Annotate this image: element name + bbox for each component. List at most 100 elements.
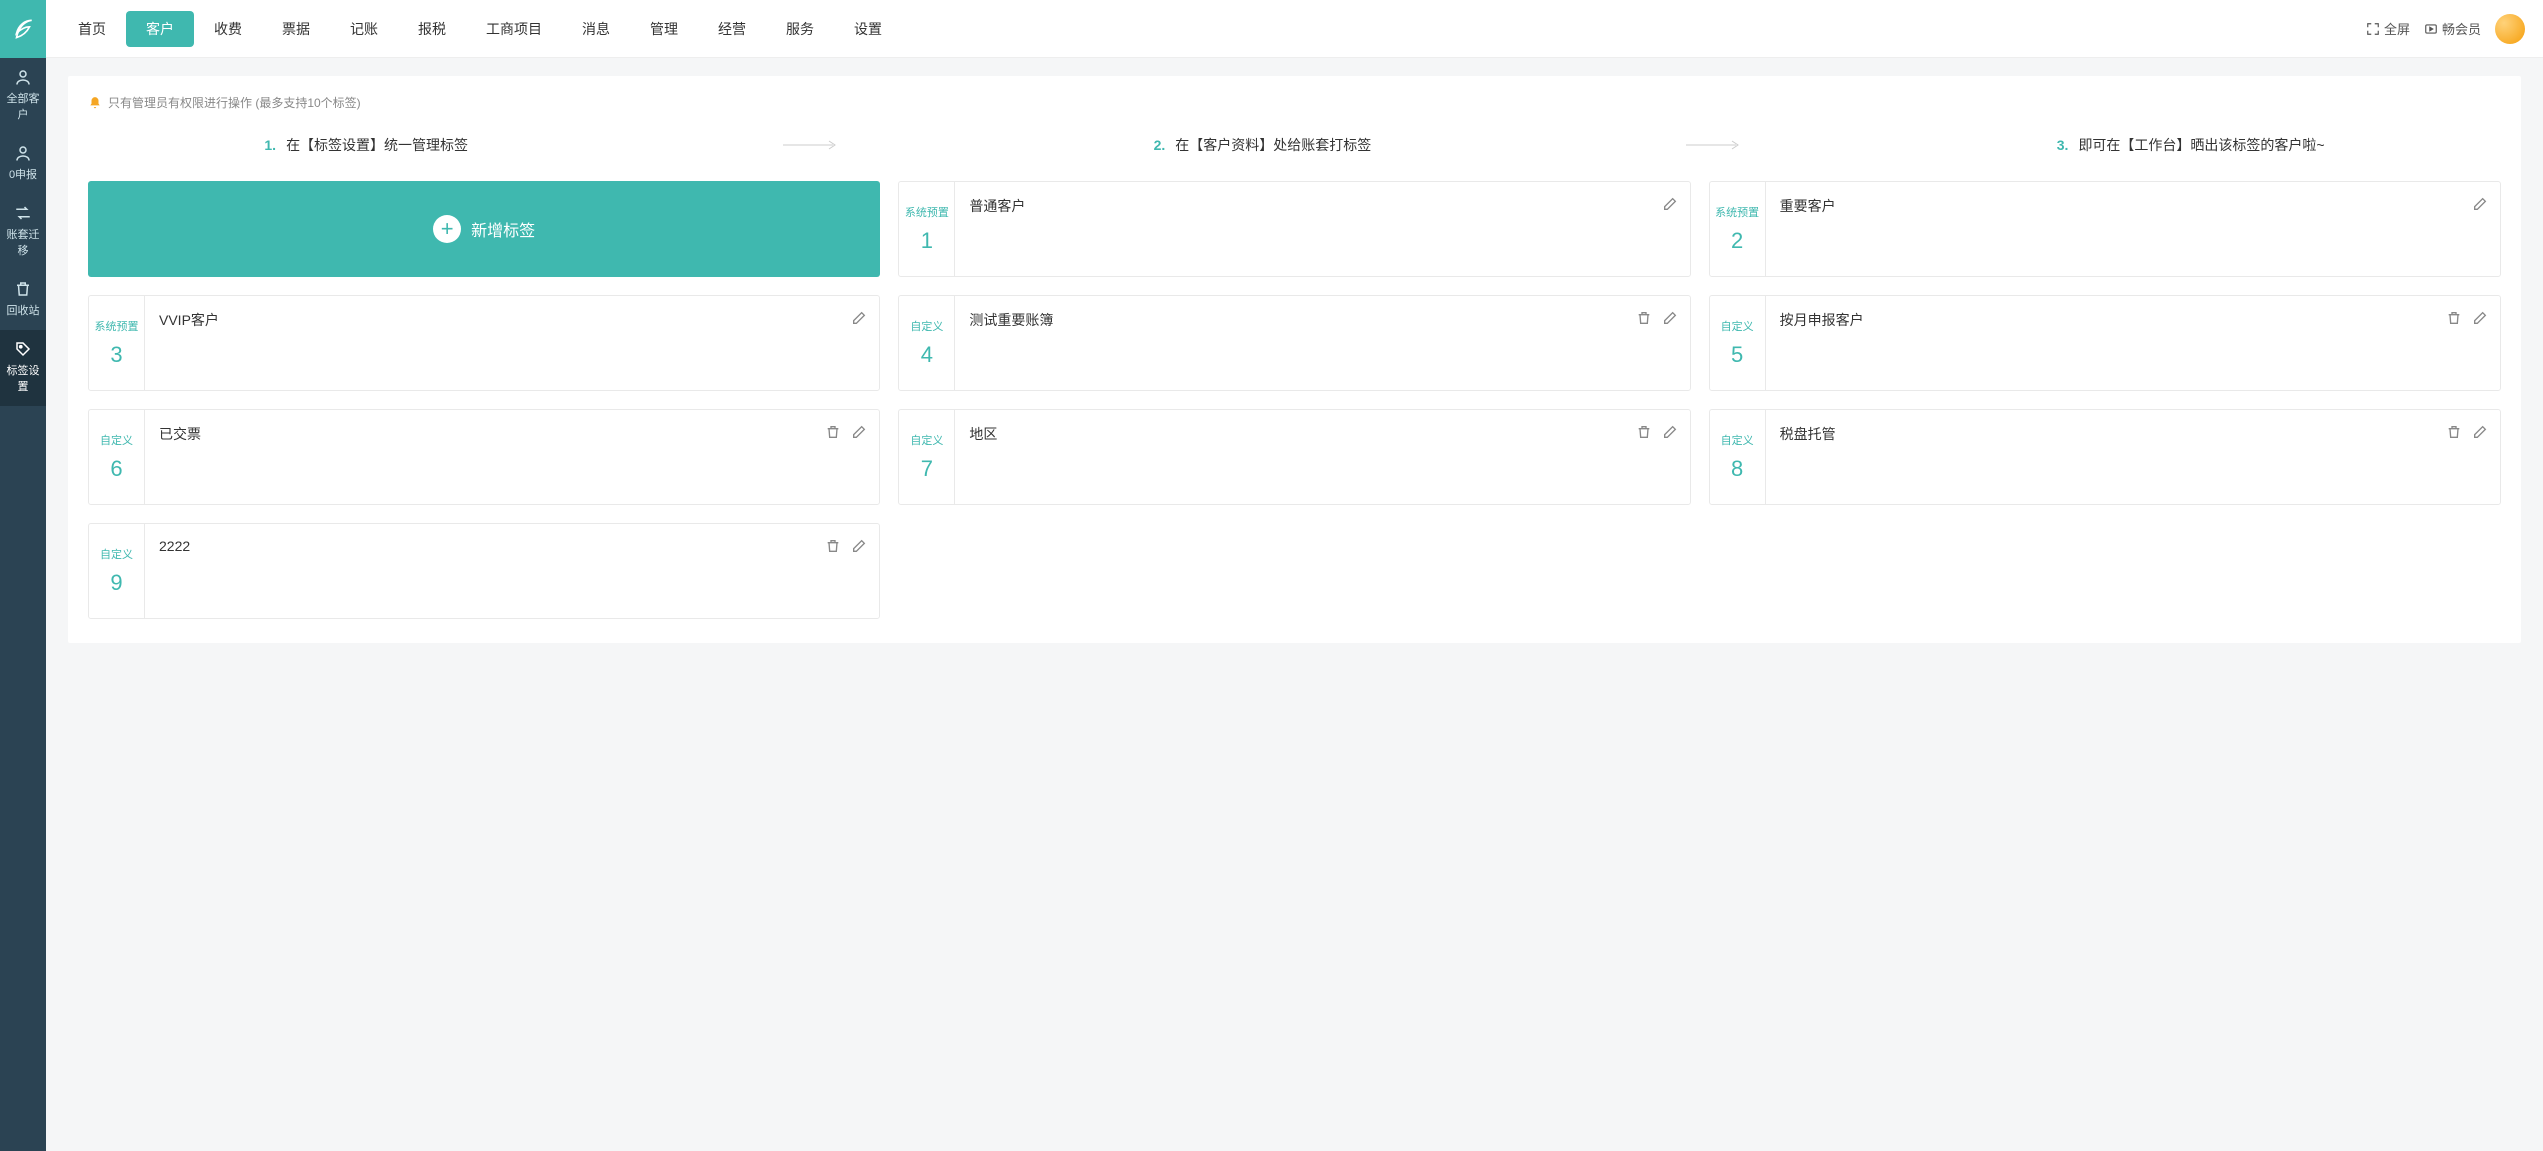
tag-actions (1636, 310, 1678, 326)
tag-actions (851, 310, 867, 326)
tag-body: 重要客户 (1766, 182, 2500, 276)
edit-icon[interactable] (1662, 424, 1678, 440)
bell-icon (88, 96, 102, 110)
edit-icon[interactable] (2472, 196, 2488, 212)
tag-card: 自定义7地区 (898, 409, 1690, 505)
delete-icon[interactable] (825, 424, 841, 440)
tag-label: VVIP客户 (159, 310, 219, 330)
tag-body: 2222 (145, 524, 879, 618)
tag-label: 税盘托管 (1780, 424, 1836, 444)
edit-icon[interactable] (1662, 310, 1678, 326)
fullscreen-button[interactable]: 全屏 (2366, 19, 2410, 38)
notice-text: 只有管理员有权限进行操作 (最多支持10个标签) (108, 94, 361, 111)
feather-icon (10, 16, 36, 42)
nav-item-1[interactable]: 客户 (126, 11, 194, 47)
delete-icon[interactable] (1636, 424, 1652, 440)
notice-bar: 只有管理员有权限进行操作 (最多支持10个标签) (88, 94, 2501, 111)
tag-number: 7 (921, 456, 933, 482)
sidebar-item-1[interactable]: 0申报 (0, 134, 46, 194)
tag-card: 自定义 5 按月申报客户 (1709, 295, 2501, 391)
tag-meta: 自定义4 (899, 296, 955, 390)
step-number: 3. (2057, 137, 2069, 153)
add-tag-button[interactable]: +新增标签 (88, 181, 880, 277)
tag-body: 已交票 (145, 410, 879, 504)
step-text: 在【标签设置】统一管理标签 (286, 135, 468, 155)
nav-item-0[interactable]: 首页 (58, 11, 126, 47)
topbar-actions: 全屏 畅会员 (2366, 14, 2525, 44)
tag-meta: 自定义9 (89, 524, 145, 618)
topbar: 首页客户收费票据记账报税工商项目消息管理经营服务设置 全屏 畅会员 (0, 0, 2543, 58)
nav-item-4[interactable]: 记账 (330, 11, 398, 47)
tag-body: 测试重要账簿 (955, 296, 1689, 390)
edit-icon[interactable] (2472, 424, 2488, 440)
delete-icon[interactable] (2446, 424, 2462, 440)
nav-item-10[interactable]: 服务 (766, 11, 834, 47)
tag-type: 自定义 (100, 546, 133, 562)
nav-item-3[interactable]: 票据 (262, 11, 330, 47)
tag-type: 自定义 (1721, 432, 1754, 448)
member-button[interactable]: 畅会员 (2424, 19, 2481, 38)
tag-label: 已交票 (159, 424, 201, 444)
tag-body: 税盘托管 (1766, 410, 2500, 504)
edit-icon[interactable] (851, 310, 867, 326)
delete-icon[interactable] (2446, 310, 2462, 326)
tag-actions (2446, 424, 2488, 440)
add-tag-label: 新增标签 (471, 217, 535, 241)
tag-number: 2 (1731, 228, 1743, 254)
sidebar-item-label: 全部客户 (2, 90, 44, 122)
nav-item-7[interactable]: 消息 (562, 11, 630, 47)
tag-meta: 系统预置2 (1710, 182, 1766, 276)
edit-icon[interactable] (851, 424, 867, 440)
nav-item-5[interactable]: 报税 (398, 11, 466, 47)
tag-meta: 系统预置3 (89, 296, 145, 390)
sidebar-item-0[interactable]: 全部客户 (0, 58, 46, 134)
nav-item-11[interactable]: 设置 (834, 11, 902, 47)
member-label: 畅会员 (2442, 19, 2481, 38)
panel: 只有管理员有权限进行操作 (最多支持10个标签) 1. 在【标签设置】统一管理标签… (68, 76, 2521, 643)
nav-item-6[interactable]: 工商项目 (466, 11, 562, 47)
tag-type: 自定义 (100, 432, 133, 448)
delete-icon[interactable] (825, 538, 841, 554)
users-icon (14, 68, 32, 86)
tag-label: 测试重要账簿 (969, 310, 1053, 330)
avatar[interactable] (2495, 14, 2525, 44)
main-nav: 首页客户收费票据记账报税工商项目消息管理经营服务设置 (58, 11, 2366, 47)
sidebar-item-2[interactable]: 账套迁移 (0, 194, 46, 270)
nav-item-9[interactable]: 经营 (698, 11, 766, 47)
tag-card: 自定义4 测试重要账簿 (898, 295, 1690, 391)
sidebar-item-label: 0申报 (9, 166, 37, 182)
sidebar-item-label: 账套迁移 (2, 226, 44, 258)
tag-number: 1 (921, 228, 933, 254)
migrate-icon (14, 204, 32, 222)
sidebar-item-4[interactable]: 标签设置 (0, 330, 46, 406)
tag-meta: 自定义 5 (1710, 296, 1766, 390)
tag-actions (825, 538, 867, 554)
tag-icon (14, 340, 32, 358)
tag-number: 8 (1731, 456, 1743, 482)
edit-icon[interactable] (851, 538, 867, 554)
edit-icon[interactable] (2472, 310, 2488, 326)
tag-body: VVIP客户 (145, 296, 879, 390)
app-logo[interactable] (0, 0, 46, 58)
main-content: 只有管理员有权限进行操作 (最多支持10个标签) 1. 在【标签设置】统一管理标签… (46, 58, 2543, 661)
nav-item-2[interactable]: 收费 (194, 11, 262, 47)
tag-label: 重要客户 (1780, 196, 1836, 216)
fullscreen-label: 全屏 (2384, 19, 2410, 38)
sidebar-item-3[interactable]: 回收站 (0, 270, 46, 330)
nav-item-8[interactable]: 管理 (630, 11, 698, 47)
tag-body: 地区 (955, 410, 1689, 504)
tag-meta: 自定义7 (899, 410, 955, 504)
tag-number: 5 (1731, 342, 1743, 368)
fullscreen-icon (2366, 22, 2380, 36)
edit-icon[interactable] (1662, 196, 1678, 212)
tag-type: 自定义 (1721, 318, 1754, 334)
tag-body: 按月申报客户 (1766, 296, 2500, 390)
delete-icon[interactable] (1636, 310, 1652, 326)
tag-actions (1636, 424, 1678, 440)
step-number: 1. (264, 137, 276, 153)
tag-card: 系统预置3 VVIP客户 (88, 295, 880, 391)
tag-meta: 自定义6 (89, 410, 145, 504)
tag-number: 3 (110, 342, 122, 368)
tag-label: 普通客户 (969, 196, 1025, 216)
tag-card: 自定义 8 税盘托管 (1709, 409, 2501, 505)
